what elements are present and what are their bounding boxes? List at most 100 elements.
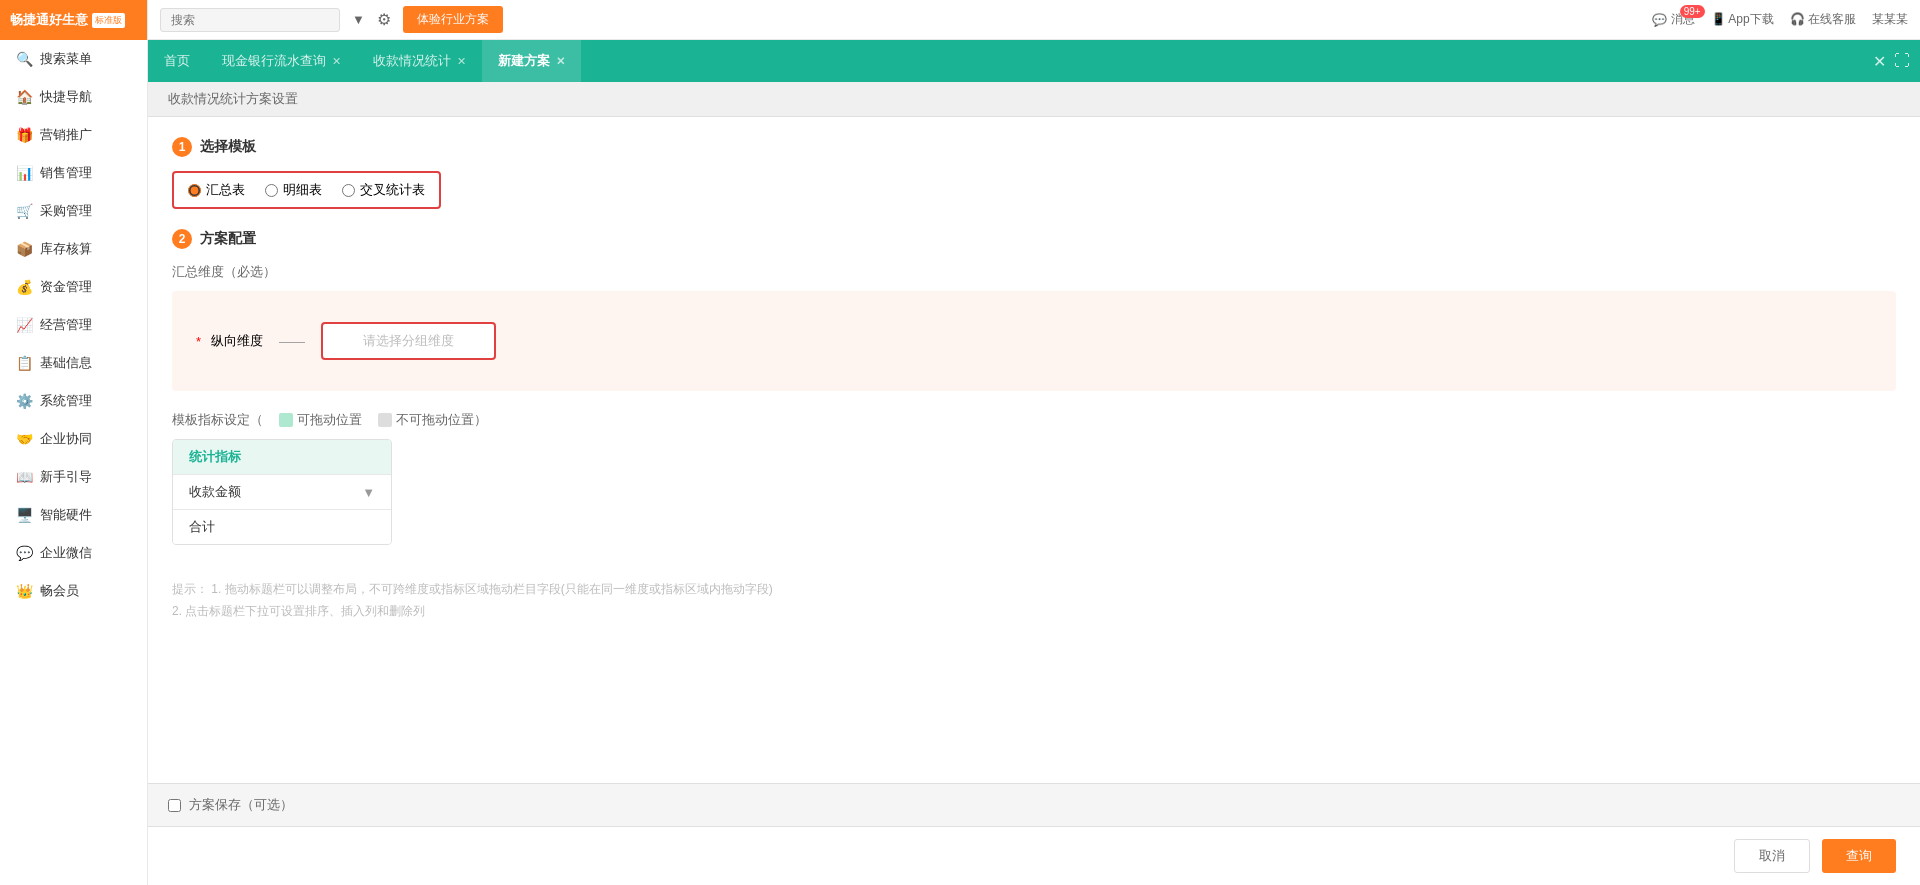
tab-home[interactable]: 首页 bbox=[148, 40, 206, 82]
main-area: ▼ ⚙ 体验行业方案 💬 消息 99+ 📱 App下载 🎧 在线客服 某某某 首… bbox=[148, 0, 1920, 885]
sidebar-item-search[interactable]: 🔍 搜索菜单 bbox=[0, 40, 147, 78]
dimension-title: 汇总维度（必选） bbox=[172, 263, 1896, 281]
sidebar-item-label: 新手引导 bbox=[40, 468, 92, 486]
tab-receipts-label: 收款情况统计 bbox=[373, 52, 451, 70]
sidebar-item-label: 企业微信 bbox=[40, 544, 92, 562]
cart-icon: 🛒 bbox=[16, 203, 32, 219]
sidebar-item-enterprise[interactable]: 🤝 企业协同 bbox=[0, 420, 147, 458]
sidebar-item-label: 采购管理 bbox=[40, 202, 92, 220]
vertical-dimension-label: 纵向维度 bbox=[211, 332, 263, 350]
search-icon: 🔍 bbox=[16, 51, 32, 67]
radio-cross[interactable]: 交叉统计表 bbox=[342, 181, 425, 199]
sidebar-item-label: 基础信息 bbox=[40, 354, 92, 372]
sidebar-item-nav[interactable]: 🏠 快捷导航 bbox=[0, 78, 147, 116]
sidebar-logo: 畅捷通好生意 bbox=[10, 11, 88, 29]
sidebar-header: 畅捷通好生意 标准版 bbox=[0, 0, 147, 40]
sidebar-item-label: 快捷导航 bbox=[40, 88, 92, 106]
no-drag-legend: 不可拖动位置） bbox=[378, 411, 487, 429]
draggable-legend: 可拖动位置 bbox=[279, 411, 362, 429]
sidebar-item-purchase[interactable]: 🛒 采购管理 bbox=[0, 192, 147, 230]
sidebar-item-wechat[interactable]: 💬 企业微信 bbox=[0, 534, 147, 572]
step2-title: 2 方案配置 bbox=[172, 229, 1896, 249]
drag-handle-icon bbox=[279, 413, 293, 427]
expand-icon[interactable]: ⛶ bbox=[1894, 52, 1910, 70]
sidebar-item-marketing[interactable]: 🎁 营销推广 bbox=[0, 116, 147, 154]
message-icon: 💬 bbox=[1652, 13, 1667, 27]
metrics-amount-dropdown[interactable]: ▼ bbox=[362, 485, 375, 500]
metrics-title-text: 模板指标设定（ bbox=[172, 411, 263, 429]
radio-summary-input[interactable] bbox=[188, 184, 201, 197]
sidebar-item-guide[interactable]: 📖 新手引导 bbox=[0, 458, 147, 496]
tab-new-plan[interactable]: 新建方案 ✕ bbox=[482, 40, 581, 82]
metrics-section: 模板指标设定（ 可拖动位置 不可拖动位置） 统计指标 收 bbox=[172, 411, 1896, 548]
download-label: App下载 bbox=[1728, 12, 1773, 26]
sidebar-item-member[interactable]: 👑 畅会员 bbox=[0, 572, 147, 610]
message-area[interactable]: 💬 消息 99+ bbox=[1652, 11, 1695, 28]
save-checkbox[interactable] bbox=[168, 799, 181, 812]
hint1-text: 提示： 1. 拖动标题栏可以调整布局，不可跨维度或指标区域拖动栏目字段(只能在同… bbox=[172, 578, 1896, 600]
step1-num: 1 bbox=[172, 137, 192, 157]
sidebar-item-system[interactable]: ⚙️ 系统管理 bbox=[0, 382, 147, 420]
dimension-select[interactable]: 请选择分组维度 bbox=[321, 322, 496, 360]
message-badge: 99+ bbox=[1680, 5, 1705, 18]
tab-receipts[interactable]: 收款情况统计 ✕ bbox=[357, 40, 482, 82]
app-download[interactable]: 📱 App下载 bbox=[1711, 11, 1774, 28]
save-label: 方案保存（可选） bbox=[189, 796, 293, 814]
tab-new-plan-close[interactable]: ✕ bbox=[556, 55, 565, 68]
tab-cashflow[interactable]: 现金银行流水查询 ✕ bbox=[206, 40, 357, 82]
radio-detail-input[interactable] bbox=[265, 184, 278, 197]
radio-detail[interactable]: 明细表 bbox=[265, 181, 322, 199]
sidebar-item-label: 库存核算 bbox=[40, 240, 92, 258]
dimension-area: * 纵向维度 —— 请选择分组维度 bbox=[172, 291, 1896, 391]
tab-home-label: 首页 bbox=[164, 52, 190, 70]
download-icon: 📱 bbox=[1711, 12, 1726, 26]
metrics-header: 模板指标设定（ 可拖动位置 不可拖动位置） bbox=[172, 411, 1896, 429]
sidebar-item-label: 搜索菜单 bbox=[40, 50, 92, 68]
sidebar-item-basic[interactable]: 📋 基础信息 bbox=[0, 344, 147, 382]
radio-cross-input[interactable] bbox=[342, 184, 355, 197]
tab-receipts-close[interactable]: ✕ bbox=[457, 55, 466, 68]
footer-save-area: 方案保存（可选） bbox=[148, 783, 1920, 826]
sidebar: 畅捷通好生意 标准版 🔍 搜索菜单 🏠 快捷导航 🎁 营销推广 📊 销售管理 🛒… bbox=[0, 0, 148, 885]
sidebar-item-inventory[interactable]: 📦 库存核算 bbox=[0, 230, 147, 268]
sidebar-item-label: 智能硬件 bbox=[40, 506, 92, 524]
close-window-icon[interactable]: ✕ bbox=[1873, 52, 1886, 71]
settings-icon[interactable]: ⚙ bbox=[377, 10, 391, 29]
tabs-right-controls: ✕ ⛶ bbox=[1873, 52, 1920, 71]
arrow-icon: —— bbox=[279, 334, 305, 349]
dropdown-arrow-icon[interactable]: ▼ bbox=[352, 12, 365, 27]
topbar-right: 💬 消息 99+ 📱 App下载 🎧 在线客服 某某某 bbox=[1652, 11, 1908, 28]
service-label: 在线客服 bbox=[1808, 12, 1856, 26]
step1-label: 选择模板 bbox=[200, 138, 256, 156]
sidebar-item-finance[interactable]: 💰 资金管理 bbox=[0, 268, 147, 306]
content-header-text: 收款情况统计方案设置 bbox=[168, 91, 298, 106]
draggable-label: 可拖动位置 bbox=[297, 411, 362, 429]
metrics-total-label: 合计 bbox=[189, 518, 215, 536]
clipboard-icon: 📋 bbox=[16, 355, 32, 371]
sidebar-item-management[interactable]: 📈 经营管理 bbox=[0, 306, 147, 344]
sidebar-tag: 标准版 bbox=[92, 13, 125, 28]
radio-cross-label: 交叉统计表 bbox=[360, 181, 425, 199]
action-bar: 取消 查询 bbox=[148, 826, 1920, 885]
online-service[interactable]: 🎧 在线客服 bbox=[1790, 11, 1856, 28]
sidebar-item-hardware[interactable]: 🖥️ 智能硬件 bbox=[0, 496, 147, 534]
radio-summary[interactable]: 汇总表 bbox=[188, 181, 245, 199]
step2-num: 2 bbox=[172, 229, 192, 249]
cancel-button[interactable]: 取消 bbox=[1734, 839, 1810, 873]
step2-label: 方案配置 bbox=[200, 230, 256, 248]
search-input[interactable] bbox=[160, 8, 340, 32]
tab-cashflow-close[interactable]: ✕ bbox=[332, 55, 341, 68]
crown-icon: 👑 bbox=[16, 583, 32, 599]
radio-summary-label: 汇总表 bbox=[206, 181, 245, 199]
query-button[interactable]: 查询 bbox=[1822, 839, 1896, 873]
step1-section: 1 选择模板 汇总表 明细表 交叉统计表 bbox=[172, 137, 1896, 209]
handshake-icon: 🤝 bbox=[16, 431, 32, 447]
trial-button[interactable]: 体验行业方案 bbox=[403, 6, 503, 33]
sidebar-item-sales[interactable]: 📊 销售管理 bbox=[0, 154, 147, 192]
metrics-table: 统计指标 收款金额 ▼ 合计 bbox=[172, 439, 392, 545]
money-icon: 💰 bbox=[16, 279, 32, 295]
sidebar-item-label: 资金管理 bbox=[40, 278, 92, 296]
no-drag-handle-icon bbox=[378, 413, 392, 427]
sidebar-item-label: 营销推广 bbox=[40, 126, 92, 144]
sidebar-item-label: 企业协同 bbox=[40, 430, 92, 448]
